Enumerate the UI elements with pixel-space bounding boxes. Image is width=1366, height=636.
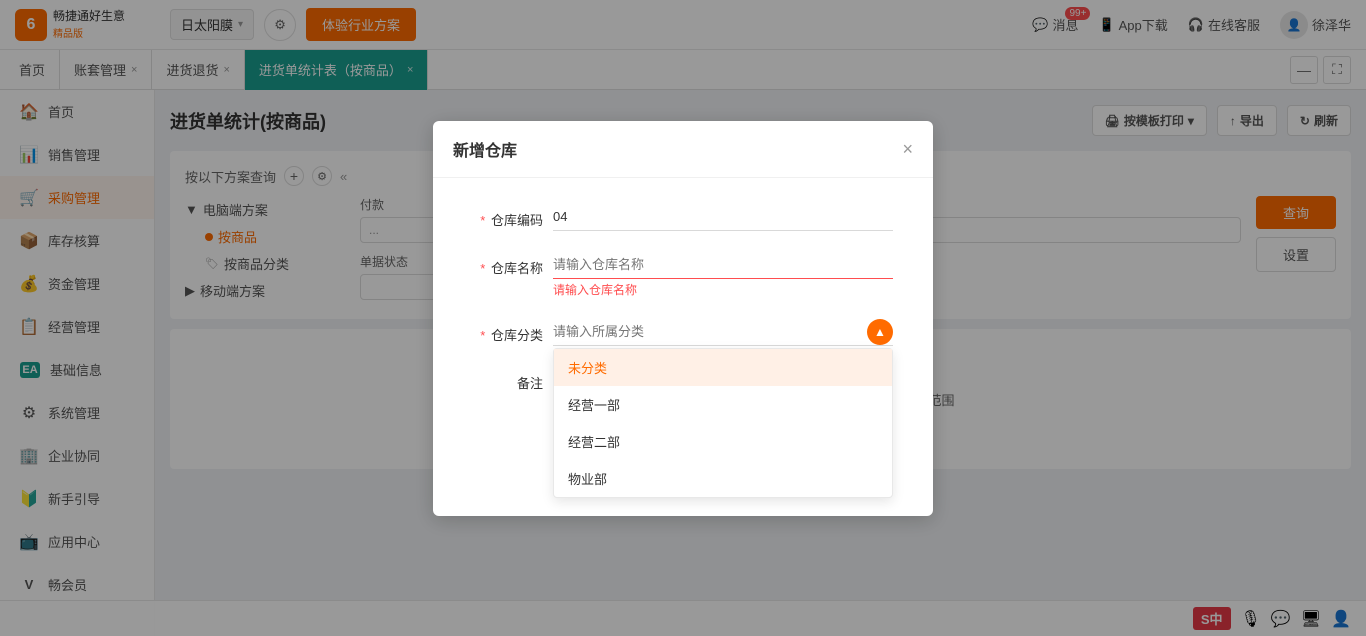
form-group-name: * 仓库名称 请输入仓库名称 bbox=[473, 251, 893, 298]
dropdown-item-1[interactable]: 经营一部 bbox=[554, 386, 892, 423]
code-label-text: 仓库编码 bbox=[491, 213, 543, 228]
dropdown-item-0[interactable]: 未分类 bbox=[554, 349, 892, 386]
name-label: * 仓库名称 bbox=[473, 251, 543, 277]
dialog: 新增仓库 × * 仓库编码 * 仓库名称 请输入仓库名称 bbox=[433, 121, 933, 516]
code-label: * 仓库编码 bbox=[473, 203, 543, 229]
category-input[interactable] bbox=[553, 318, 893, 346]
modal-overlay: 新增仓库 × * 仓库编码 * 仓库名称 请输入仓库名称 bbox=[0, 0, 1366, 636]
form-group-category: * 仓库分类 ▲ 未分类 经营一部 经营二部 物业部 bbox=[473, 318, 893, 346]
dropdown-item-3[interactable]: 物业部 bbox=[554, 460, 892, 497]
code-input[interactable] bbox=[553, 203, 893, 231]
form-group-code: * 仓库编码 bbox=[473, 203, 893, 231]
category-select-wrap: ▲ 未分类 经营一部 经营二部 物业部 bbox=[553, 318, 893, 346]
name-input[interactable] bbox=[553, 251, 893, 279]
dialog-header: 新增仓库 × bbox=[433, 121, 933, 178]
dialog-title: 新增仓库 bbox=[453, 137, 517, 161]
category-label: * 仓库分类 bbox=[473, 318, 543, 344]
name-field-wrap: 请输入仓库名称 bbox=[553, 251, 893, 298]
required-star-name: * bbox=[480, 261, 485, 276]
category-dropdown: 未分类 经营一部 经营二部 物业部 bbox=[553, 348, 893, 498]
category-label-text: 仓库分类 bbox=[491, 328, 543, 343]
name-error-message: 请输入仓库名称 bbox=[553, 281, 893, 298]
note-label: 备注 bbox=[473, 366, 543, 392]
category-arrow-button[interactable]: ▲ bbox=[867, 319, 893, 345]
required-star-category: * bbox=[480, 328, 485, 343]
dropdown-item-2[interactable]: 经营二部 bbox=[554, 423, 892, 460]
name-label-text: 仓库名称 bbox=[491, 261, 543, 276]
dialog-close-button[interactable]: × bbox=[902, 140, 913, 158]
note-label-text: 备注 bbox=[517, 376, 543, 391]
dialog-body: * 仓库编码 * 仓库名称 请输入仓库名称 * bbox=[433, 178, 933, 451]
required-star: * bbox=[480, 213, 485, 228]
